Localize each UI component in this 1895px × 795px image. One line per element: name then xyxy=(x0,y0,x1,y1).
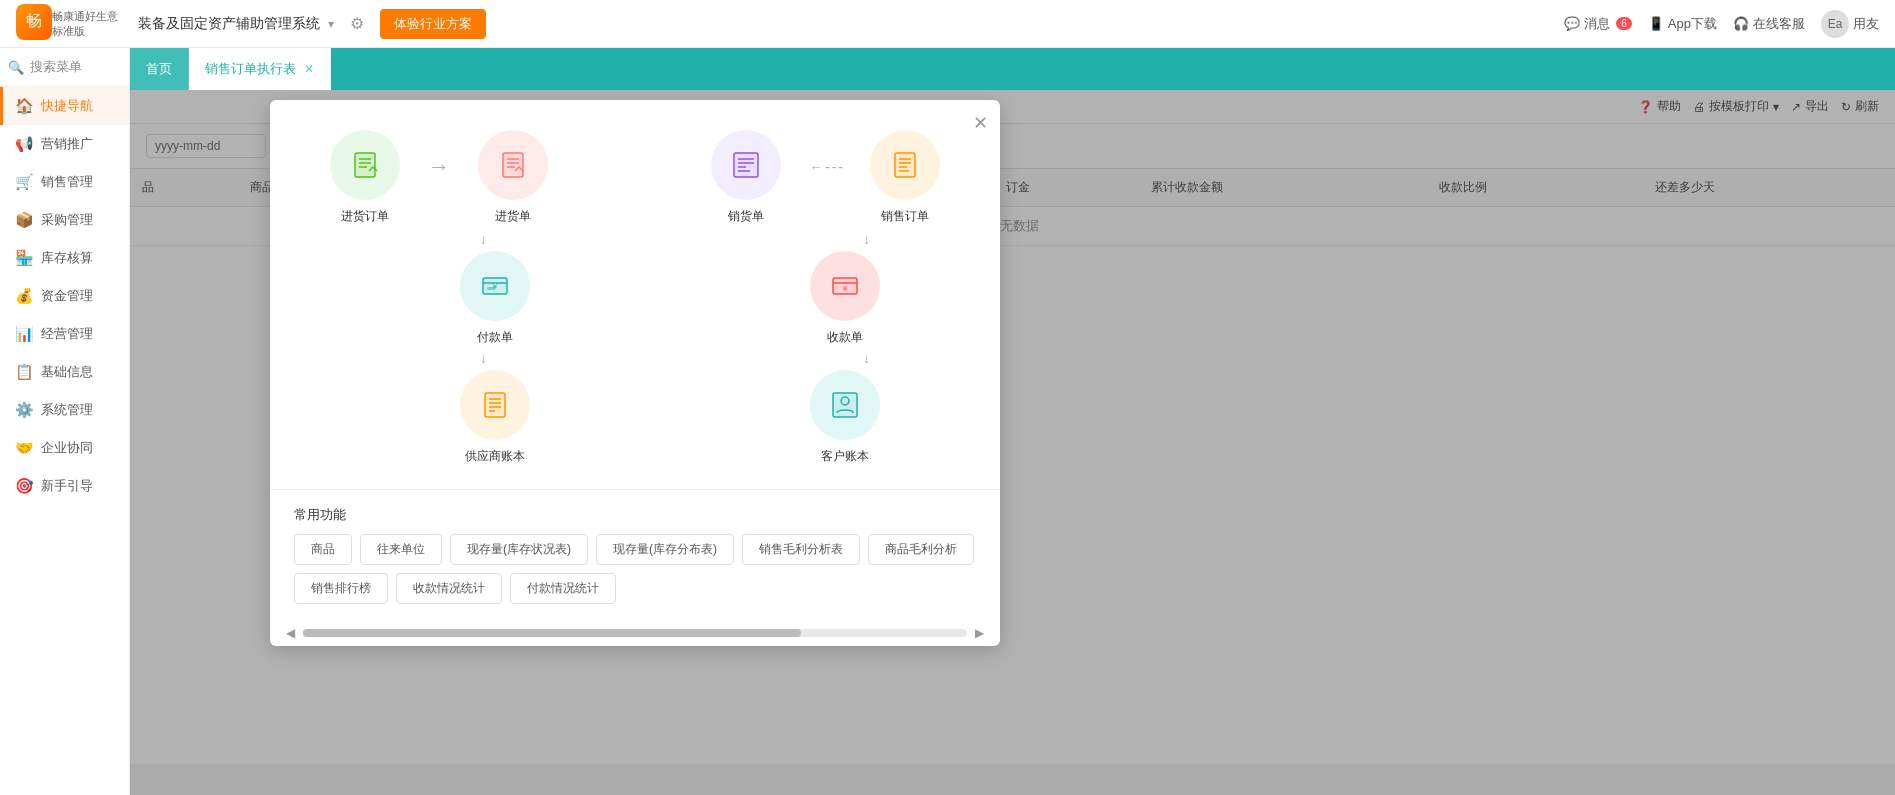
purchase-bill-icon xyxy=(478,130,548,200)
flow-node-supplier-account: 供应商账本 xyxy=(440,370,550,465)
page-content: ❓ 帮助 🖨 按模板打印 ▾ ↗ 导出 ↻ 刷新 xyxy=(130,90,1895,795)
scrollbar-thumb[interactable] xyxy=(303,629,801,637)
func-btn-goods[interactable]: 商品 xyxy=(294,534,352,565)
tab-home[interactable]: 首页 xyxy=(130,48,189,90)
sidebar-item-sales[interactable]: 🛒 销售管理 xyxy=(0,163,129,201)
func-buttons-2: 销售排行榜 收款情况统计 付款情况统计 xyxy=(294,573,976,604)
sales-icon: 🛒 xyxy=(15,173,33,191)
enterprise-icon: 🤝 xyxy=(15,439,33,457)
flow-node-payment: ¥ 付款单 xyxy=(440,251,550,346)
sidebar-item-marketing[interactable]: 📢 营销推广 xyxy=(0,125,129,163)
flow-node-purchase-order: 进货订单 xyxy=(310,130,420,225)
tab-bar: 首页 销售订单执行表 ✕ xyxy=(130,48,1895,90)
tab-close-icon[interactable]: ✕ xyxy=(304,62,314,76)
avatar: Ea xyxy=(1821,10,1849,38)
sales-order-icon xyxy=(870,130,940,200)
app-download-button[interactable]: 📱 App下载 xyxy=(1648,15,1717,33)
message-badge: 6 xyxy=(1616,17,1632,30)
sidebar-item-finance[interactable]: 💰 资金管理 xyxy=(0,277,129,315)
user-menu[interactable]: Ea 用友 xyxy=(1821,10,1879,38)
modal: ✕ xyxy=(270,100,1000,646)
sidebar-item-operations[interactable]: 📊 经营管理 xyxy=(0,315,129,353)
marketing-icon: 📢 xyxy=(15,135,33,153)
sidebar-item-system[interactable]: ⚙️ 系统管理 xyxy=(0,391,129,429)
guide-icon: 🎯 xyxy=(15,477,33,495)
sidebar-item-purchase[interactable]: 📦 采购管理 xyxy=(0,201,129,239)
sidebar-item-guide[interactable]: 🎯 新手引导 xyxy=(0,467,129,505)
sidebar-item-inventory[interactable]: 🏪 库存核算 xyxy=(0,239,129,277)
download-icon: 📱 xyxy=(1648,16,1664,31)
svg-rect-0 xyxy=(355,153,375,177)
sidebar-item-quick-nav[interactable]: 🏠 快捷导航 xyxy=(0,87,129,125)
func-btn-receipt-stats[interactable]: 收款情况统计 xyxy=(396,573,502,604)
tab-sales-order-exec[interactable]: 销售订单执行表 ✕ xyxy=(189,48,331,90)
common-functions: 常用功能 商品 往来单位 现存量(库存状况表) 现存量(库存分布表) 销售毛利分… xyxy=(270,489,1000,620)
flow-section: 进货订单 → xyxy=(270,100,1000,489)
flow-node-customer-account: 客户账本 xyxy=(790,370,900,465)
online-service-button[interactable]: 🎧 在线客服 xyxy=(1733,15,1805,33)
scroll-left-icon[interactable]: ◀ xyxy=(286,626,295,640)
message-icon: 💬 xyxy=(1564,16,1580,31)
service-icon: 🎧 xyxy=(1733,16,1749,31)
flow-node-purchase-bill: 进货单 xyxy=(458,130,568,225)
func-btn-goods-profit[interactable]: 商品毛利分析 xyxy=(868,534,974,565)
flow-node-sales-order: 销售订单 xyxy=(850,130,960,225)
basic-info-icon: 📋 xyxy=(15,363,33,381)
func-buttons: 商品 往来单位 现存量(库存状况表) 现存量(库存分布表) 销售毛利分析表 商品… xyxy=(294,534,976,565)
payment-icon: ¥ xyxy=(460,251,530,321)
common-functions-title: 常用功能 xyxy=(294,506,976,524)
operations-icon: 📊 xyxy=(15,325,33,343)
svg-text:¥: ¥ xyxy=(842,284,848,293)
func-btn-stock-dist[interactable]: 现存量(库存分布表) xyxy=(596,534,734,565)
sidebar-item-enterprise[interactable]: 🤝 企业协同 xyxy=(0,429,129,467)
svg-rect-31 xyxy=(485,393,505,417)
flow-node-sales-bill: 销货单 xyxy=(691,130,801,225)
purchase-icon: 📦 xyxy=(15,211,33,229)
svg-rect-5 xyxy=(503,153,523,177)
search-icon: 🔍 xyxy=(8,60,24,75)
home-icon: 🏠 xyxy=(15,97,33,115)
purchase-order-icon xyxy=(330,130,400,200)
logo-area: 畅 畅康通好生意标准版 xyxy=(16,4,118,44)
func-btn-sales-rank[interactable]: 销售排行榜 xyxy=(294,573,388,604)
app-logo: 畅 xyxy=(16,4,52,40)
inventory-icon: 🏪 xyxy=(15,249,33,267)
svg-rect-10 xyxy=(734,153,758,177)
func-btn-sales-analysis[interactable]: 销售毛利分析表 xyxy=(742,534,860,565)
arrow-1: → xyxy=(428,154,450,202)
top-right-actions: 💬 消息 6 📱 App下载 🎧 在线客服 Ea 用友 xyxy=(1564,10,1879,38)
sales-bill-icon xyxy=(711,130,781,200)
top-bar: 畅 畅康通好生意标准版 装备及固定资产辅助管理系统 ▾ ⚙ 体验行业方案 💬 消… xyxy=(0,0,1895,48)
sidebar-item-basic-info[interactable]: 📋 基础信息 xyxy=(0,353,129,391)
scroll-area: ◀ ▶ xyxy=(270,620,1000,646)
gear-icon[interactable]: ⚙ xyxy=(350,14,364,33)
svg-text:¥: ¥ xyxy=(492,282,498,291)
sidebar: 🔍 搜索菜单 🏠 快捷导航 📢 营销推广 🛒 销售管理 📦 采购管理 🏪 xyxy=(0,48,130,795)
system-icon: ⚙️ xyxy=(15,401,33,419)
flow-node-receipt: ¥ 收款单 xyxy=(790,251,900,346)
modal-overlay: ✕ xyxy=(130,90,1895,795)
func-btn-payment-stats[interactable]: 付款情况统计 xyxy=(510,573,616,604)
try-button[interactable]: 体验行业方案 xyxy=(380,9,486,39)
dashed-arrow-1: ← - - - xyxy=(809,159,842,197)
system-dropdown-icon[interactable]: ▾ xyxy=(328,17,334,31)
modal-close-button[interactable]: ✕ xyxy=(973,112,988,134)
svg-rect-16 xyxy=(895,153,915,177)
func-btn-stock-status[interactable]: 现存量(库存状况表) xyxy=(450,534,588,565)
supplier-account-icon xyxy=(460,370,530,440)
app-logo-text: 畅康通好生意标准版 xyxy=(52,9,118,38)
system-title: 装备及固定资产辅助管理系统 xyxy=(138,15,320,33)
scroll-right-icon[interactable]: ▶ xyxy=(975,626,984,640)
receipt-icon: ¥ xyxy=(810,251,880,321)
message-button[interactable]: 💬 消息 6 xyxy=(1564,15,1632,33)
customer-account-icon xyxy=(810,370,880,440)
search-menu[interactable]: 🔍 搜索菜单 xyxy=(0,48,129,87)
finance-icon: 💰 xyxy=(15,287,33,305)
func-btn-partner[interactable]: 往来单位 xyxy=(360,534,442,565)
